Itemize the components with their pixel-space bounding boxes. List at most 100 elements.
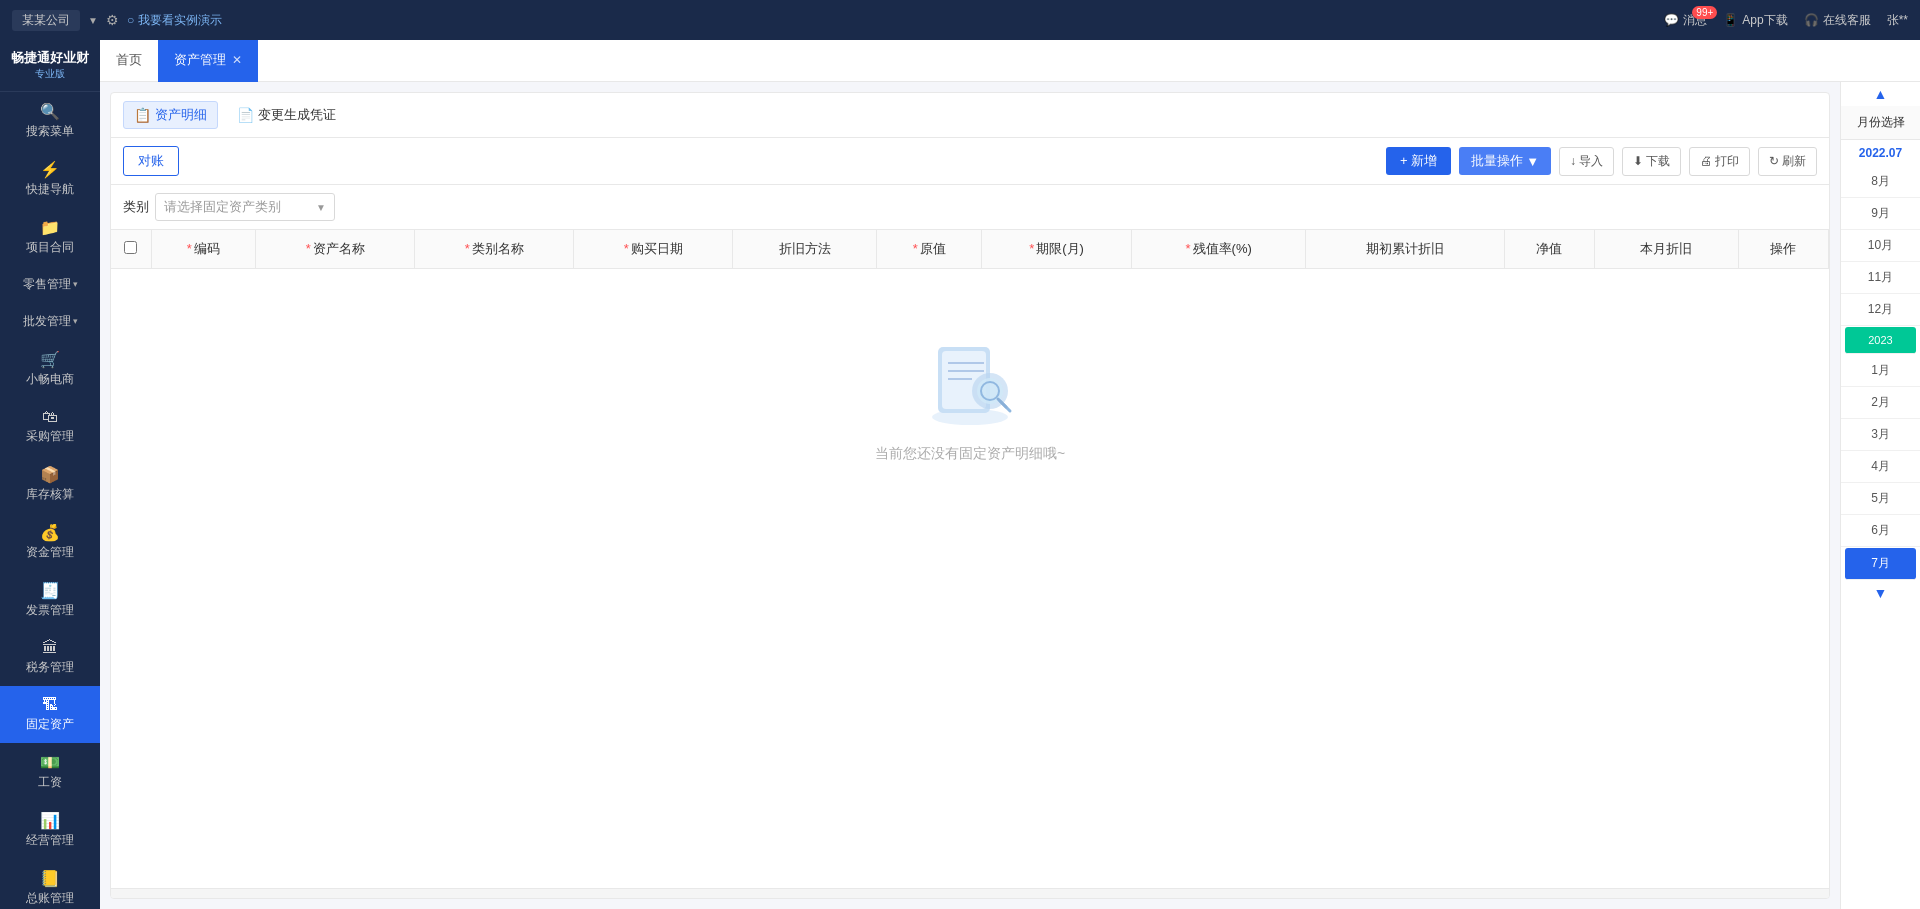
toolbar-left: 对账 <box>123 146 179 176</box>
company-dropdown-arrow[interactable]: ▼ <box>88 15 98 26</box>
month-nav-up: ▲ <box>1841 82 1920 106</box>
month-item[interactable]: 7月 <box>1845 548 1916 580</box>
app-icon: 📱 <box>1723 13 1738 27</box>
toolbar: 对账 + 新增 批量操作 ▼ ↓ 导入 ⬇ <box>111 138 1829 185</box>
import-button[interactable]: ↓ 导入 <box>1559 147 1614 176</box>
month-item[interactable]: 11月 <box>1841 262 1920 294</box>
category-label: 类别 <box>123 198 149 216</box>
category-dropdown[interactable]: 请选择固定资产类别 ▼ <box>155 193 335 221</box>
sidebar-item-tax[interactable]: 🏛 税务管理 <box>0 629 100 686</box>
contract-icon: 📁 <box>40 218 60 237</box>
sidebar-item-quick-nav[interactable]: ⚡ 快捷导航 <box>0 150 100 208</box>
message-badge: 99+ <box>1692 6 1717 19</box>
month-item[interactable]: 3月 <box>1841 419 1920 451</box>
sidebar-item-operations[interactable]: 📊 经营管理 <box>0 801 100 859</box>
table-header-code: *编码 <box>151 230 256 269</box>
nav-icon: ⚡ <box>40 160 60 179</box>
table-header-row: *编码 *资产名称 *类别名称 *购买日期 <box>111 230 1829 269</box>
table-header-monthly-depreciation: 本月折旧 <box>1594 230 1738 269</box>
select-all-checkbox[interactable] <box>124 241 137 254</box>
online-service-button[interactable]: 🎧 在线客服 <box>1804 12 1871 29</box>
wholesale-expand-arrow: ▾ <box>73 316 78 326</box>
add-button[interactable]: + 新增 <box>1386 147 1451 175</box>
tab-home[interactable]: 首页 <box>100 40 158 82</box>
bottom-scrollbar <box>111 888 1829 898</box>
filter-bar: 类别 请选择固定资产类别 ▼ <box>111 185 1829 230</box>
month-item[interactable]: 2月 <box>1841 387 1920 419</box>
reconcile-button[interactable]: 对账 <box>123 146 179 176</box>
ecommerce-icon: 🛒 <box>40 350 60 369</box>
user-info[interactable]: 张** <box>1887 12 1908 29</box>
sidebar-item-purchase[interactable]: 🛍 采购管理 <box>0 398 100 455</box>
empty-state: 当前您还没有固定资产明细哦~ <box>111 269 1829 523</box>
tax-icon: 🏛 <box>42 639 58 657</box>
month-item[interactable]: 1月 <box>1841 355 1920 387</box>
sidebar-item-invoice[interactable]: 🧾 发票管理 <box>0 571 100 629</box>
tab-close-button[interactable]: ✕ <box>232 53 242 67</box>
ledger-icon: 📒 <box>40 869 60 888</box>
app-download-button[interactable]: 📱 App下载 <box>1723 12 1787 29</box>
message-button[interactable]: 💬 消息 99+ <box>1664 12 1707 29</box>
month-item[interactable]: 6月 <box>1841 515 1920 547</box>
sub-tab-asset-detail[interactable]: 📋 资产明细 <box>123 101 218 129</box>
sidebar-item-inventory[interactable]: 📦 库存核算 <box>0 455 100 513</box>
tab-bar: 首页 资产管理 ✕ <box>100 40 1920 82</box>
print-icon: 🖨 <box>1700 154 1712 168</box>
top-bar-right: 💬 消息 99+ 📱 App下载 🎧 在线客服 张** <box>1664 12 1908 29</box>
search-icon: 🔍 <box>40 102 60 121</box>
sidebar-item-search[interactable]: 🔍 搜索菜单 <box>0 92 100 150</box>
month-item[interactable]: 10月 <box>1841 230 1920 262</box>
refresh-button[interactable]: ↻ 刷新 <box>1758 147 1817 176</box>
month-nav-down-button[interactable]: ▼ <box>1868 583 1894 603</box>
month-panel-header: 月份选择 <box>1841 106 1920 140</box>
fixed-assets-icon: 🏗 <box>42 696 58 714</box>
month-items-container: 8月9月10月11月12月20231月2月3月4月5月6月7月 <box>1841 166 1920 581</box>
tab-asset-management[interactable]: 资产管理 ✕ <box>158 40 258 82</box>
print-button[interactable]: 🖨 打印 <box>1689 147 1750 176</box>
table-header-category: *类别名称 <box>415 230 574 269</box>
month-item[interactable]: 12月 <box>1841 294 1920 326</box>
month-panel: ▲ 月份选择 2022.07 8月9月10月11月12月20231月2月3月4月… <box>1840 82 1920 909</box>
month-item[interactable]: 8月 <box>1841 166 1920 198</box>
category-filter: 类别 请选择固定资产类别 ▼ <box>123 193 335 221</box>
batch-button[interactable]: 批量操作 ▼ <box>1459 147 1551 175</box>
top-bar: 某某公司 ▼ ⚙ ○ 我要看实例演示 💬 消息 99+ 📱 App下载 🎧 在线… <box>0 0 1920 40</box>
message-icon: 💬 <box>1664 13 1679 27</box>
category-dropdown-arrow: ▼ <box>316 202 326 213</box>
company-selector[interactable]: 某某公司 <box>12 10 80 31</box>
sub-tabs: 📋 资产明细 📄 变更生成凭证 <box>111 93 1829 138</box>
sidebar-item-finance[interactable]: 💰 资金管理 <box>0 513 100 571</box>
download-button[interactable]: ⬇ 下载 <box>1622 147 1681 176</box>
month-item[interactable]: 4月 <box>1841 451 1920 483</box>
table-header-name: *资产名称 <box>256 230 415 269</box>
sidebar-item-wholesale[interactable]: 批发管理 ▾ <box>0 303 100 340</box>
inventory-icon: 📦 <box>40 465 60 484</box>
month-item[interactable]: 2023 <box>1845 327 1916 354</box>
sidebar-item-retail[interactable]: 零售管理 ▾ <box>0 266 100 303</box>
empty-icon <box>910 329 1030 429</box>
month-item[interactable]: 5月 <box>1841 483 1920 515</box>
month-panel-year[interactable]: 2022.07 <box>1841 140 1920 166</box>
settings-icon[interactable]: ⚙ <box>106 12 119 28</box>
sidebar-item-ledger[interactable]: 📒 总账管理 <box>0 859 100 909</box>
sidebar-item-ecommerce[interactable]: 🛒 小畅电商 <box>0 340 100 398</box>
sidebar-item-project-contract[interactable]: 📁 项目合同 <box>0 208 100 266</box>
table-header-original-value: *原值 <box>877 230 982 269</box>
import-icon: ↓ <box>1570 154 1576 168</box>
table-header-purchase-date: *购买日期 <box>574 230 733 269</box>
table-header-net-value: 净值 <box>1504 230 1594 269</box>
sidebar: 畅捷通好业财 专业版 🔍 搜索菜单 ⚡ 快捷导航 📁 项目合同 零售管理 ▾ 批… <box>0 40 100 909</box>
refresh-icon: ↻ <box>1769 154 1779 168</box>
asset-detail-icon: 📋 <box>134 107 151 123</box>
month-item[interactable]: 9月 <box>1841 198 1920 230</box>
table-header-depreciation-method: 折旧方法 <box>733 230 877 269</box>
sub-tab-change-voucher[interactable]: 📄 变更生成凭证 <box>226 101 347 129</box>
demo-link[interactable]: ○ 我要看实例演示 <box>127 12 222 29</box>
month-nav-up-button[interactable]: ▲ <box>1868 84 1894 104</box>
empty-text: 当前您还没有固定资产明细哦~ <box>875 445 1065 463</box>
sidebar-logo: 畅捷通好业财 专业版 <box>0 40 100 92</box>
sidebar-item-fixed-assets[interactable]: 🏗 固定资产 <box>0 686 100 743</box>
asset-table: *编码 *资产名称 *类别名称 *购买日期 <box>111 230 1829 269</box>
content-area: 首页 资产管理 ✕ 📋 资产明细 📄 变更生成凭证 <box>100 40 1920 909</box>
sidebar-item-salary[interactable]: 💵 工资 <box>0 743 100 801</box>
